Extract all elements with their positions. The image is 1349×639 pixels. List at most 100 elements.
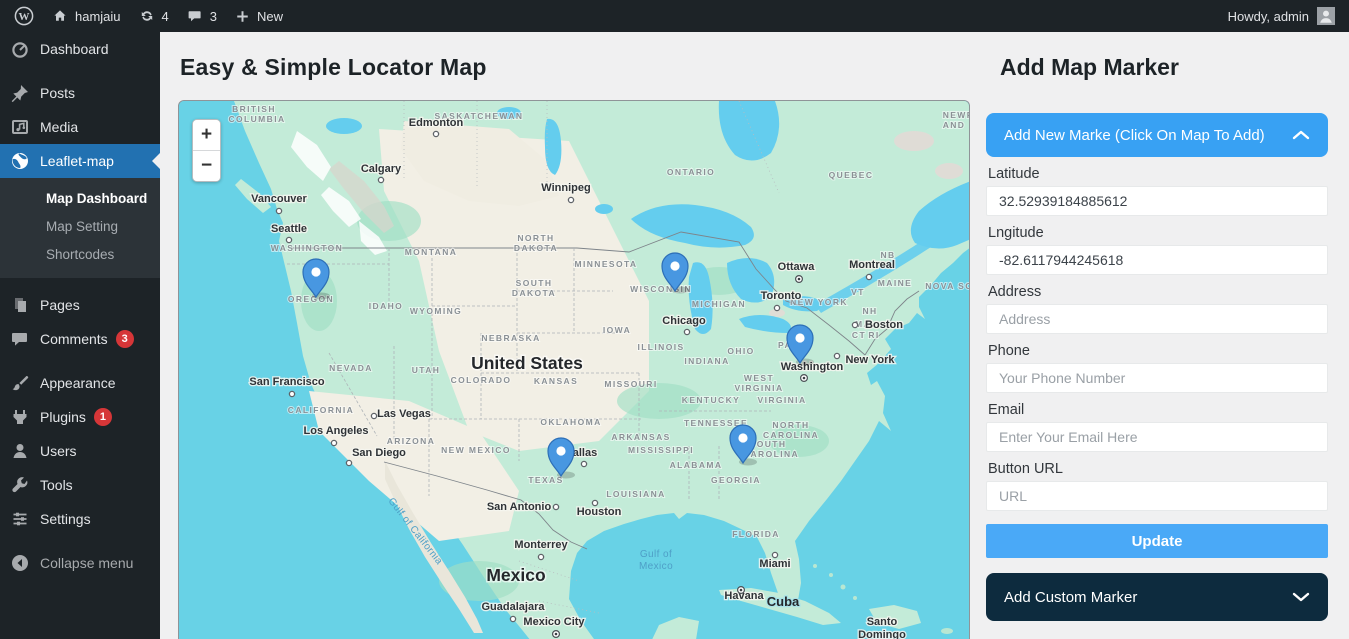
add-custom-marker-accordion[interactable]: Add Custom Marker <box>986 573 1328 621</box>
sidebar-item-settings[interactable]: Settings <box>0 502 160 536</box>
leaflet-map[interactable]: BRITISHCOLUMBIA SASKATCHEWANONTARIO QUEBEC… <box>179 101 970 639</box>
zoom-in-button[interactable]: + <box>193 120 220 150</box>
address-label: Address <box>988 284 1042 300</box>
state-label: NEBRASKA <box>481 333 540 343</box>
wrench-icon <box>12 477 28 493</box>
city-label: Houston <box>577 506 622 518</box>
sidebar-item-posts[interactable]: Posts <box>0 76 160 110</box>
sidebar-item-plugins[interactable]: Plugins 1 <box>0 400 160 434</box>
button-url-label: Button URL <box>988 461 1063 477</box>
city-dot <box>580 460 588 468</box>
sliders-icon <box>13 512 27 526</box>
address-input[interactable] <box>986 304 1328 334</box>
state-label: MICHIGAN <box>692 299 746 309</box>
state-label: FLORIDA <box>732 529 780 539</box>
state-label: OKLAHOMA <box>540 417 601 427</box>
city-dot <box>865 273 873 281</box>
city-dot <box>432 130 440 138</box>
submenu-item-map-setting[interactable]: Map Setting <box>0 213 160 241</box>
avatar[interactable] <box>1317 7 1335 25</box>
marker-panel: Add Map Marker Add New Marke (Click On M… <box>980 32 1334 639</box>
sidebar-item-appearance[interactable]: Appearance <box>0 366 160 400</box>
svg-text:W: W <box>19 11 30 23</box>
howdy-text[interactable]: Howdy, admin <box>1228 9 1309 24</box>
city-label: Montreal <box>849 259 895 271</box>
submenu-item-map-dashboard[interactable]: Map Dashboard <box>0 185 160 213</box>
state-label: ALABAMA <box>670 460 723 470</box>
state-label: INDIANA <box>684 356 729 366</box>
state-label: WYOMING <box>410 306 462 316</box>
state-label: IDAHO <box>369 301 403 311</box>
new-content-menu[interactable]: New <box>235 9 283 24</box>
city-label: Winnipeg <box>541 182 590 194</box>
sidebar-item-label: Appearance <box>40 375 116 391</box>
city-label: Guadalajara <box>482 601 546 613</box>
sidebar-item-dashboard[interactable]: Dashboard <box>0 32 160 66</box>
phone-label: Phone <box>988 343 1030 359</box>
state-label: NEVADA <box>329 363 373 373</box>
sidebar-item-collapse-menu[interactable]: Collapse menu <box>0 546 160 580</box>
capital-dot-core <box>739 588 743 592</box>
state-label: IOWA <box>603 325 631 335</box>
comments-menu[interactable]: 3 <box>187 8 217 24</box>
state-label: KANSAS <box>534 376 578 386</box>
state-label: NEWF <box>943 110 970 120</box>
sidebar-item-comments[interactable]: Comments 3 <box>0 322 160 356</box>
plus-icon <box>237 10 248 22</box>
admin-menu: Dashboard Posts Media Leaflet-map Map Dashbo… <box>0 32 160 580</box>
plug-icon <box>13 410 27 424</box>
sidebar-item-pages[interactable]: Pages <box>0 288 160 322</box>
site-name: hamjaiu <box>75 8 121 24</box>
brush-icon <box>12 375 29 391</box>
update-button[interactable]: Update <box>986 524 1328 558</box>
city-dot <box>773 304 781 312</box>
sidebar-item-users[interactable]: Users <box>0 434 160 468</box>
city-label: Seattle <box>271 223 307 235</box>
city-dot <box>567 196 575 204</box>
admin-bar: W hamjaiu 4 3 New Howdy, admin <box>0 0 1349 32</box>
add-new-marker-accordion[interactable]: Add New Marke (Click On Map To Add) <box>986 113 1328 157</box>
state-label: ARIZONA <box>387 436 436 446</box>
city-label: Monterrey <box>514 539 568 551</box>
updates-menu[interactable]: 4 <box>139 8 169 24</box>
home-icon <box>54 10 66 21</box>
comment-icon <box>12 333 27 346</box>
city-label: Calgary <box>361 163 402 175</box>
state-label: WASHINGTON <box>271 243 343 253</box>
state-label: UTAH <box>412 365 441 375</box>
phone-input[interactable] <box>986 363 1328 393</box>
latitude-label: Latitude <box>988 166 1040 182</box>
state-label: NORTH <box>517 233 554 243</box>
chevron-down-icon <box>1292 592 1310 602</box>
state-label: CALIFORNIA <box>288 405 354 415</box>
sidebar-item-leaflet-map[interactable]: Leaflet-map <box>0 144 160 178</box>
zoom-out-button[interactable]: − <box>193 151 220 181</box>
dashboard-icon <box>12 42 28 58</box>
email-label: Email <box>988 402 1025 418</box>
city-label: San Antonio <box>487 501 552 513</box>
site-menu[interactable]: hamjaiu <box>52 8 121 24</box>
map-zoom-control: + − <box>192 119 221 182</box>
latitude-input[interactable] <box>986 186 1328 216</box>
email-input[interactable] <box>986 422 1328 452</box>
state-label: GEORGIA <box>711 475 761 485</box>
map-container[interactable]: BRITISH COLUMBIA SASKATCHEWAN ONTARIO QUEBEC… <box>178 100 970 639</box>
button-url-input[interactable] <box>986 481 1328 511</box>
submenu-item-shortcodes[interactable]: Shortcodes <box>0 241 160 269</box>
state-label: ONTARIO <box>667 167 715 177</box>
capital-dot-core <box>797 277 801 281</box>
city-dot <box>851 321 859 329</box>
sidebar-item-media[interactable]: Media <box>0 110 160 144</box>
wordpress-logo-icon[interactable]: W <box>14 6 34 26</box>
sidebar-item-label: Settings <box>40 511 91 527</box>
comments-count: 3 <box>209 8 217 24</box>
wordpress-logo-icon: W <box>14 6 34 26</box>
longitude-input[interactable] <box>986 245 1328 275</box>
state-label: NH <box>862 306 877 316</box>
state-label: OHIO <box>727 346 754 356</box>
city-dot <box>591 499 599 507</box>
state-label: RI <box>868 330 879 340</box>
capital-dot-core <box>802 376 806 380</box>
state-label: NOVA SC <box>925 281 970 291</box>
sidebar-item-tools[interactable]: Tools <box>0 468 160 502</box>
